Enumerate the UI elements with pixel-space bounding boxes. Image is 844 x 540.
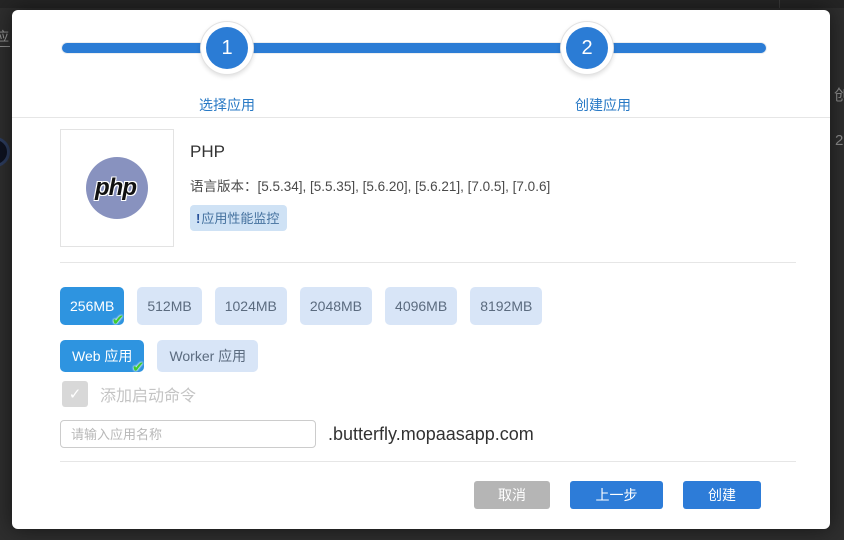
app-info: PHP 语言版本：[5.5.34], [5.5.35], [5.6.20], [… <box>190 142 550 231</box>
memory-option-label: 256MB <box>70 298 115 314</box>
memory-option-label: 2048MB <box>309 298 363 314</box>
backdrop-seam <box>779 0 780 8</box>
memory-option-label: 1024MB <box>224 298 277 314</box>
php-logo-text: php <box>95 174 137 201</box>
backdrop-left-text-fragment: 应 <box>0 26 10 47</box>
memory-option-button[interactable]: 256MB ✔ <box>60 287 125 329</box>
app-versions: 语言版本：[5.5.34], [5.5.35], [5.6.20], [5.6.… <box>190 175 550 195</box>
memory-option-button[interactable]: 8192MB ✔ <box>470 287 543 325</box>
step-2-number: 2 <box>566 27 608 69</box>
memory-option-button[interactable]: 2048MB ✔ <box>299 287 373 325</box>
exclamation-icon: ! <box>196 211 201 226</box>
backdrop-logo-fragment <box>0 137 10 167</box>
app-name-input[interactable] <box>60 420 316 448</box>
stepper-divider <box>12 117 830 118</box>
app-title: PHP <box>190 142 225 161</box>
memory-option-label: 4096MB <box>395 298 448 314</box>
app-versions-list: [5.5.34], [5.5.35], [5.6.20], [5.6.21], … <box>257 179 551 194</box>
selected-check-icon: ✔ <box>111 312 125 329</box>
app-name-row: .butterfly.mopaasapp.com <box>60 420 534 448</box>
memory-option-button[interactable]: 1024MB ✔ <box>214 287 287 325</box>
memory-option-label: 512MB <box>147 298 192 314</box>
memory-option-label: 8192MB <box>480 298 533 314</box>
app-type-option-row: Web 应用 ✔ Worker 应用 ✔ <box>60 340 259 376</box>
memory-option-button[interactable]: 512MB ✔ <box>137 287 202 325</box>
startup-command-row: ✓ 添加启动命令 <box>62 381 196 407</box>
footer-actions: 取消 上一步 创建 <box>12 481 761 509</box>
memory-option-row: 256MB ✔ 512MB ✔ 1024MB ✔ 2048MB ✔ 4096MB… <box>60 287 543 329</box>
startup-command-label: 添加启动命令 <box>100 388 197 405</box>
cancel-button[interactable]: 取消 <box>474 481 550 509</box>
step-1-circle[interactable]: 1 <box>200 21 254 75</box>
memory-option-button[interactable]: 4096MB ✔ <box>385 287 458 325</box>
step-2-label: 创建应用 <box>575 97 631 113</box>
section-divider <box>60 262 796 263</box>
domain-suffix: .butterfly.mopaasapp.com <box>328 423 534 444</box>
step-2-circle[interactable]: 2 <box>560 21 614 75</box>
app-type-option-label: Worker 应用 <box>169 348 247 364</box>
create-button[interactable]: 创建 <box>683 481 761 509</box>
app-type-option-button[interactable]: Web 应用 ✔ <box>60 340 145 376</box>
app-logo-box: php <box>60 129 174 247</box>
app-type-option-button[interactable]: Worker 应用 ✔ <box>157 340 259 372</box>
php-logo-icon: php <box>86 157 148 219</box>
step-1-number: 1 <box>206 27 248 69</box>
previous-step-button[interactable]: 上一步 <box>570 481 663 509</box>
app-versions-label: 语言版本： <box>190 179 258 194</box>
step-1-label: 选择应用 <box>199 97 255 113</box>
backdrop-right-text-fragment: 创 <box>834 87 844 104</box>
startup-command-checkbox[interactable]: ✓ <box>62 381 88 407</box>
backdrop-top-strip <box>0 0 844 8</box>
checkbox-check-icon: ✓ <box>68 386 82 403</box>
backdrop-right-number-fragment: 2 <box>835 132 844 149</box>
performance-monitor-badge-label: 应用性能监控 <box>201 211 280 226</box>
footer-divider <box>60 461 796 462</box>
stepper-progress-bar <box>62 43 766 53</box>
create-app-modal: 1 2 选择应用 创建应用 php PHP 语言版本：[5.5.34], [5.… <box>12 10 830 529</box>
performance-monitor-badge: !应用性能监控 <box>190 205 288 231</box>
selected-check-icon: ✔ <box>131 359 145 376</box>
app-type-option-label: Web 应用 <box>72 348 133 364</box>
